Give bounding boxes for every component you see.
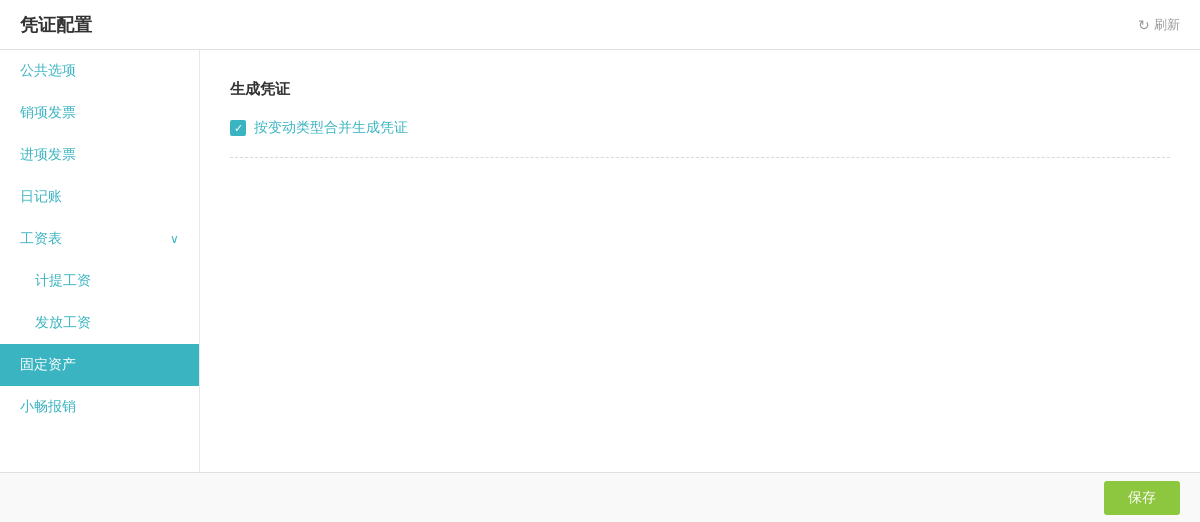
checkbox-row: ✓ 按变动类型合并生成凭证 bbox=[230, 119, 1170, 137]
sidebar-item-label: 发放工资 bbox=[35, 314, 91, 332]
sidebar-item-label: 小畅报销 bbox=[20, 398, 76, 416]
sidebar-item-label: 销项发票 bbox=[20, 104, 76, 122]
page-title: 凭证配置 bbox=[20, 13, 92, 37]
chevron-down-icon: ∨ bbox=[170, 232, 179, 246]
section-divider bbox=[230, 157, 1170, 158]
sidebar: 公共选项销项发票进项发票日记账工资表 ∨ 计提工资发放工资固定资产小畅报销 bbox=[0, 50, 200, 472]
refresh-label: 刷新 bbox=[1154, 16, 1180, 34]
sidebar-item-purchase-invoice[interactable]: 进项发票 bbox=[0, 134, 199, 176]
refresh-button[interactable]: ↻ 刷新 bbox=[1138, 16, 1180, 34]
sidebar-item-fixed-assets[interactable]: 固定资产 bbox=[0, 344, 199, 386]
content-area: 公共选项销项发票进项发票日记账工资表 ∨ 计提工资发放工资固定资产小畅报销 生成凭证… bbox=[0, 50, 1200, 472]
section-title: 生成凭证 bbox=[230, 80, 1170, 99]
main-content: 生成凭证 ✓ 按变动类型合并生成凭证 bbox=[200, 50, 1200, 472]
sidebar-item-payroll-distribute[interactable]: 发放工资 bbox=[0, 302, 199, 344]
sidebar-item-expense-report[interactable]: 小畅报销 bbox=[0, 386, 199, 428]
sidebar-item-label: 工资表 bbox=[20, 230, 62, 248]
sidebar-item-payroll-provision[interactable]: 计提工资 bbox=[0, 260, 199, 302]
footer-bar: 保存 bbox=[0, 472, 1200, 522]
sidebar-item-payroll-table[interactable]: 工资表 ∨ bbox=[0, 218, 199, 260]
sidebar-item-label: 进项发票 bbox=[20, 146, 76, 164]
sidebar-item-label: 日记账 bbox=[20, 188, 62, 206]
checkmark-icon: ✓ bbox=[234, 123, 243, 134]
save-button[interactable]: 保存 bbox=[1104, 481, 1180, 515]
sidebar-item-label: 固定资产 bbox=[20, 356, 76, 374]
sidebar-item-label: 计提工资 bbox=[35, 272, 91, 290]
refresh-icon: ↻ bbox=[1138, 17, 1150, 33]
merge-checkbox[interactable]: ✓ bbox=[230, 120, 246, 136]
sidebar-item-journal[interactable]: 日记账 bbox=[0, 176, 199, 218]
sidebar-item-public-options[interactable]: 公共选项 bbox=[0, 50, 199, 92]
sidebar-item-sales-invoice[interactable]: 销项发票 bbox=[0, 92, 199, 134]
sidebar-item-label: 公共选项 bbox=[20, 62, 76, 80]
page-header: 凭证配置 ↻ 刷新 bbox=[0, 0, 1200, 50]
checkbox-label: 按变动类型合并生成凭证 bbox=[254, 119, 408, 137]
page-wrapper: 凭证配置 ↻ 刷新 公共选项销项发票进项发票日记账工资表 ∨ 计提工资发放工资固定资… bbox=[0, 0, 1200, 522]
